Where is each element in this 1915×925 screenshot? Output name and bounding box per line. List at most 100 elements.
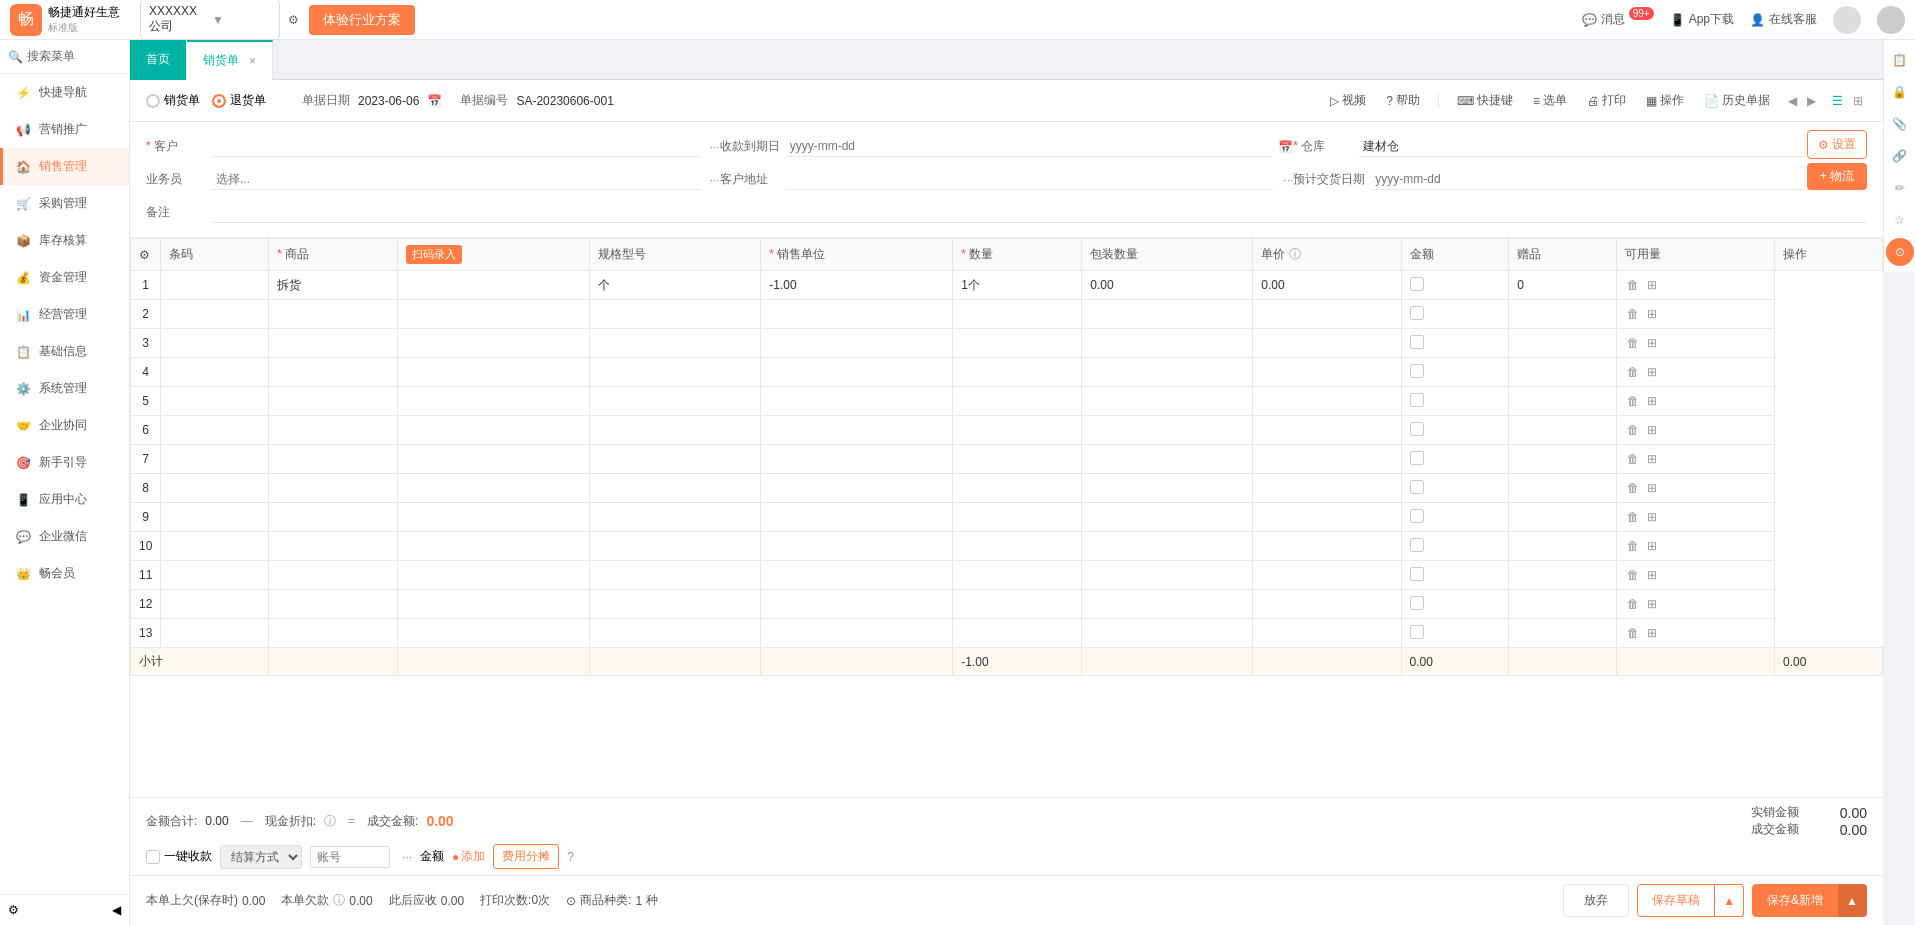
gift-checkbox[interactable] [1410, 625, 1424, 639]
setup-button[interactable]: ⚙ 设置 [1807, 130, 1867, 159]
cell-pack-qty[interactable] [953, 387, 1082, 416]
cell-pack-qty[interactable] [953, 619, 1082, 648]
save-new-button[interactable]: 保存&新增 [1752, 884, 1838, 917]
notes-input[interactable] [212, 202, 1867, 223]
prev-arrow[interactable]: ◀ [1784, 92, 1801, 110]
right-panel-edit-btn[interactable]: ✏ [1886, 174, 1914, 202]
operation-btn[interactable]: ▦ 操作 [1640, 88, 1690, 113]
cell-amount[interactable] [1253, 358, 1401, 387]
cell-gift[interactable] [1401, 329, 1509, 358]
cell-amount[interactable] [1253, 532, 1401, 561]
cell-pack-qty[interactable] [953, 358, 1082, 387]
gift-checkbox[interactable] [1410, 480, 1424, 494]
cell-quantity[interactable] [761, 358, 953, 387]
cell-pack-qty[interactable] [953, 532, 1082, 561]
copy-row-btn[interactable]: ⊞ [1645, 334, 1659, 352]
cell-gift[interactable] [1401, 561, 1509, 590]
grid-view-icon[interactable]: ⊞ [1849, 92, 1867, 110]
cell-spec[interactable] [398, 474, 590, 503]
cell-amount[interactable] [1253, 474, 1401, 503]
cell-gift[interactable] [1401, 590, 1509, 619]
cell-unit-price[interactable] [1082, 474, 1253, 503]
sidebar-item-apps[interactable]: 📱 应用中心 [0, 481, 129, 518]
fee-split-btn[interactable]: 费用分摊 [493, 844, 559, 869]
cell-spec[interactable] [398, 561, 590, 590]
account-input[interactable] [310, 846, 390, 868]
delete-row-btn[interactable]: 🗑 [1625, 508, 1641, 526]
experience-btn[interactable]: 体验行业方案 [309, 5, 415, 35]
col-scan[interactable]: 扫码录入 [398, 239, 590, 271]
cell-unit-price[interactable] [1082, 619, 1253, 648]
cell-quantity[interactable] [761, 474, 953, 503]
save-draft-button[interactable]: 保存草稿 [1637, 884, 1715, 917]
cell-product[interactable] [269, 619, 398, 648]
cell-unit-price[interactable] [1082, 358, 1253, 387]
sidebar-item-sales[interactable]: 🏠 销售管理 [0, 148, 129, 185]
cell-spec[interactable] [398, 416, 590, 445]
right-panel-star-btn[interactable]: ☆ [1886, 206, 1914, 234]
cell-amount[interactable] [1253, 445, 1401, 474]
app-download-btn[interactable]: 📱 App下载 [1670, 11, 1734, 28]
sidebar-item-member[interactable]: 👑 畅会员 [0, 555, 129, 592]
cell-product[interactable] [269, 561, 398, 590]
copy-row-btn[interactable]: ⊞ [1645, 305, 1659, 323]
one-click-payment-checkbox[interactable]: 一键收款 [146, 848, 212, 865]
cell-barcode[interactable] [161, 416, 269, 445]
cell-pack-qty[interactable] [953, 590, 1082, 619]
cell-amount[interactable] [1253, 503, 1401, 532]
cell-amount[interactable] [1253, 300, 1401, 329]
due-date-input[interactable] [786, 136, 1273, 157]
salesperson-input[interactable] [212, 169, 700, 190]
cell-spec[interactable] [398, 329, 590, 358]
cell-pack-qty[interactable] [953, 300, 1082, 329]
tab-close-icon[interactable]: × [249, 54, 256, 68]
cell-unit-price[interactable] [1082, 532, 1253, 561]
cell-spec[interactable] [398, 619, 590, 648]
cell-unit[interactable] [590, 416, 761, 445]
right-panel-lock-btn[interactable]: 🔒 [1886, 78, 1914, 106]
customer-input[interactable] [212, 136, 700, 157]
sidebar-item-system[interactable]: ⚙️ 系统管理 [0, 370, 129, 407]
cell-spec[interactable] [398, 532, 590, 561]
gift-checkbox[interactable] [1410, 538, 1424, 552]
sidebar-item-basic[interactable]: 📋 基础信息 [0, 333, 129, 370]
sidebar-item-enterprise[interactable]: 🤝 企业协同 [0, 407, 129, 444]
cell-product[interactable] [269, 387, 398, 416]
cell-barcode[interactable] [161, 503, 269, 532]
right-panel-link-btn[interactable]: 🔗 [1886, 142, 1914, 170]
history-btn[interactable]: 📄 历史单据 [1698, 88, 1776, 113]
copy-row-btn[interactable]: ⊞ [1645, 450, 1659, 468]
cell-quantity[interactable] [761, 300, 953, 329]
notification-btn[interactable]: 💬 消息 99+ [1582, 11, 1654, 28]
sidebar-item-finance[interactable]: 💰 资金管理 [0, 259, 129, 296]
cell-product[interactable] [269, 358, 398, 387]
cell-pack-qty[interactable] [953, 561, 1082, 590]
cell-product[interactable] [269, 474, 398, 503]
company-selector[interactable]: XXXXXX公司 ▼ [140, 0, 280, 40]
logistics-button[interactable]: + 物流 [1807, 163, 1867, 190]
cell-quantity[interactable] [761, 329, 953, 358]
cell-quantity[interactable] [761, 532, 953, 561]
cell-gift[interactable] [1401, 416, 1509, 445]
gift-checkbox[interactable] [1410, 567, 1424, 581]
copy-row-btn[interactable]: ⊞ [1645, 566, 1659, 584]
sidebar-item-inventory[interactable]: 📦 库存核算 [0, 222, 129, 259]
cell-gift[interactable] [1401, 445, 1509, 474]
cell-amount[interactable] [1253, 590, 1401, 619]
calendar-icon[interactable]: 📅 [427, 94, 442, 108]
right-panel-attach-btn[interactable]: 📎 [1886, 110, 1914, 138]
cell-spec[interactable] [398, 300, 590, 329]
cell-quantity[interactable] [761, 445, 953, 474]
col-settings[interactable]: ⚙ [131, 239, 161, 271]
sidebar-item-quick-nav[interactable]: ⚡ 快捷导航 [0, 74, 129, 111]
cell-unit[interactable] [590, 561, 761, 590]
cell-quantity[interactable] [761, 387, 953, 416]
sidebar-item-operations[interactable]: 📊 经营管理 [0, 296, 129, 333]
delete-row-btn[interactable]: 🗑 [1625, 363, 1641, 381]
cell-unit[interactable] [590, 619, 761, 648]
right-panel-notes-btn[interactable]: 📋 [1886, 46, 1914, 74]
cell-unit[interactable] [590, 387, 761, 416]
settings-icon[interactable]: ⚙ [288, 13, 299, 27]
print-btn[interactable]: 🖨 打印 [1581, 88, 1632, 113]
cell-gift[interactable] [1401, 503, 1509, 532]
